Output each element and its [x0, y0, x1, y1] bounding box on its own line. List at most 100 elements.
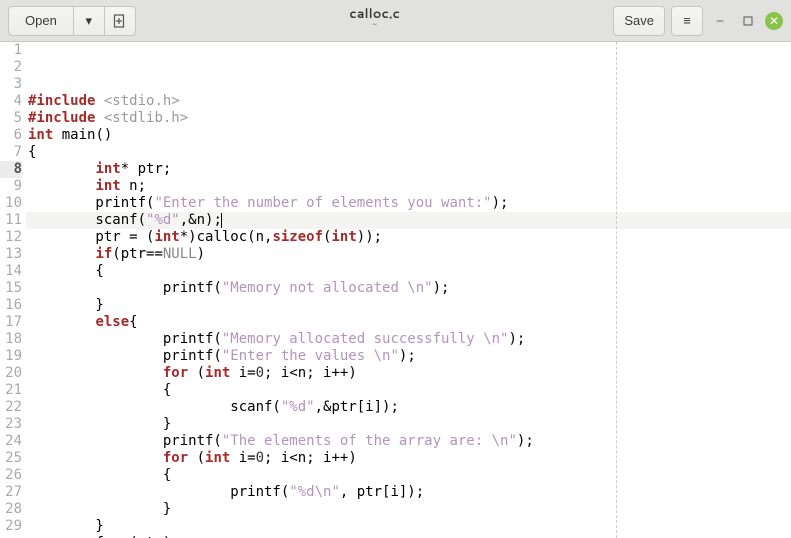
token-txt: ; i<n; i++) [264, 450, 357, 466]
token-txt: } [28, 518, 104, 534]
line-number: 23 [0, 416, 22, 433]
new-tab-button[interactable] [104, 6, 136, 36]
line-number: 17 [0, 314, 22, 331]
token-txt: n; [121, 178, 146, 194]
code-line[interactable]: for (int i=0; i<n; i++) [26, 365, 791, 382]
code-line[interactable]: { [26, 263, 791, 280]
code-line[interactable]: } [26, 416, 791, 433]
titlebar: Open ▾ calloc.c ~ Save ≡ – ✕ [0, 0, 791, 42]
token-txt: ); [399, 348, 416, 364]
code-line[interactable]: printf("%d\n", ptr[i]); [26, 484, 791, 501]
code-line[interactable]: { [26, 467, 791, 484]
code-line[interactable]: int* ptr; [26, 161, 791, 178]
code-line[interactable]: printf("Enter the values \n"); [26, 348, 791, 365]
token-txt [95, 110, 103, 126]
code-line[interactable]: { [26, 144, 791, 161]
code-line[interactable]: } [26, 518, 791, 535]
line-number: 3 [0, 76, 22, 93]
close-button[interactable]: ✕ [765, 12, 783, 30]
token-txt: )); [357, 229, 382, 245]
code-line[interactable]: printf("The elements of the array are: \… [26, 433, 791, 450]
code-line[interactable]: scanf("%d",&ptr[i]); [26, 399, 791, 416]
token-txt: } [28, 297, 104, 313]
line-number: 14 [0, 263, 22, 280]
code-line[interactable]: printf("Enter the number of elements you… [26, 195, 791, 212]
token-txt: ( [188, 365, 205, 381]
line-number: 21 [0, 382, 22, 399]
token-txt [28, 314, 95, 330]
token-txt: { [28, 467, 171, 483]
line-number: 12 [0, 229, 22, 246]
token-kw: else [95, 314, 129, 330]
code-line[interactable]: printf("Memory allocated successfully \n… [26, 331, 791, 348]
code-line[interactable]: else{ [26, 314, 791, 331]
token-txt: scanf( [28, 399, 281, 415]
token-txt: ,&ptr[i]); [315, 399, 399, 415]
token-txt [28, 246, 95, 262]
line-number: 27 [0, 484, 22, 501]
code-line[interactable]: int n; [26, 178, 791, 195]
line-number: 11 [0, 212, 22, 229]
text-cursor [221, 213, 222, 228]
line-number: 1 [0, 42, 22, 59]
token-kw: for [163, 450, 188, 466]
line-number: 22 [0, 399, 22, 416]
token-txt: *)calloc(n, [180, 229, 273, 245]
editor-area[interactable]: 1234567891011121314151617181920212223242… [0, 42, 791, 538]
code-line[interactable]: int main() [26, 127, 791, 144]
code-line[interactable]: #include <stdio.h> [26, 93, 791, 110]
token-str: "%d" [146, 212, 180, 228]
right-margin-ruler [616, 42, 617, 538]
code-line[interactable]: scanf("%d",&n); [26, 212, 791, 229]
line-number: 25 [0, 450, 22, 467]
line-number: 24 [0, 433, 22, 450]
code-line[interactable]: if(ptr==NULL) [26, 246, 791, 263]
code-line[interactable]: } [26, 501, 791, 518]
line-number: 29 [0, 518, 22, 535]
token-txt: main() [53, 127, 112, 143]
code-view[interactable]: #include <stdio.h>#include <stdlib.h>int… [26, 42, 791, 538]
code-line[interactable]: } [26, 297, 791, 314]
token-kw: int [205, 365, 230, 381]
token-txt [28, 178, 95, 194]
token-pre: #include [28, 93, 95, 109]
line-number: 5 [0, 110, 22, 127]
minimize-button[interactable]: – [709, 10, 731, 32]
token-inc: <stdlib.h> [104, 110, 188, 126]
token-txt: ( [188, 450, 205, 466]
token-kw: int [205, 450, 230, 466]
token-txt: (ptr== [112, 246, 163, 262]
line-number: 10 [0, 195, 22, 212]
token-txt: printf( [28, 433, 222, 449]
token-txt [28, 365, 163, 381]
token-txt [95, 93, 103, 109]
line-number: 4 [0, 93, 22, 110]
token-txt: { [28, 263, 104, 279]
token-txt: { [28, 144, 36, 160]
maximize-button[interactable] [737, 10, 759, 32]
token-txt: ); [508, 331, 525, 347]
line-number: 7 [0, 144, 22, 161]
open-button[interactable]: Open [8, 6, 74, 36]
token-txt: ,&n); [180, 212, 222, 228]
hamburger-menu-button[interactable]: ≡ [671, 6, 703, 36]
code-line[interactable]: for (int i=0; i<n; i++) [26, 450, 791, 467]
code-line[interactable]: { [26, 382, 791, 399]
token-kw: int [95, 161, 120, 177]
close-icon: ✕ [769, 12, 779, 29]
save-button[interactable]: Save [613, 6, 665, 36]
token-txt: } [28, 501, 171, 517]
open-recent-button[interactable]: ▾ [73, 6, 105, 36]
token-kw: int [28, 127, 53, 143]
token-str: "Memory allocated successfully \n" [222, 331, 509, 347]
token-txt: printf( [28, 348, 222, 364]
code-line[interactable]: ptr = (int*)calloc(n,sizeof(int)); [26, 229, 791, 246]
token-str: "Memory not allocated \n" [222, 280, 433, 296]
code-line[interactable]: printf("Memory not allocated \n"); [26, 280, 791, 297]
token-kw: int [331, 229, 356, 245]
line-number: 6 [0, 127, 22, 144]
token-str: "The elements of the array are: \n" [222, 433, 517, 449]
minimize-icon: – [717, 12, 724, 29]
token-txt: * ptr; [121, 161, 172, 177]
code-line[interactable]: #include <stdlib.h> [26, 110, 791, 127]
